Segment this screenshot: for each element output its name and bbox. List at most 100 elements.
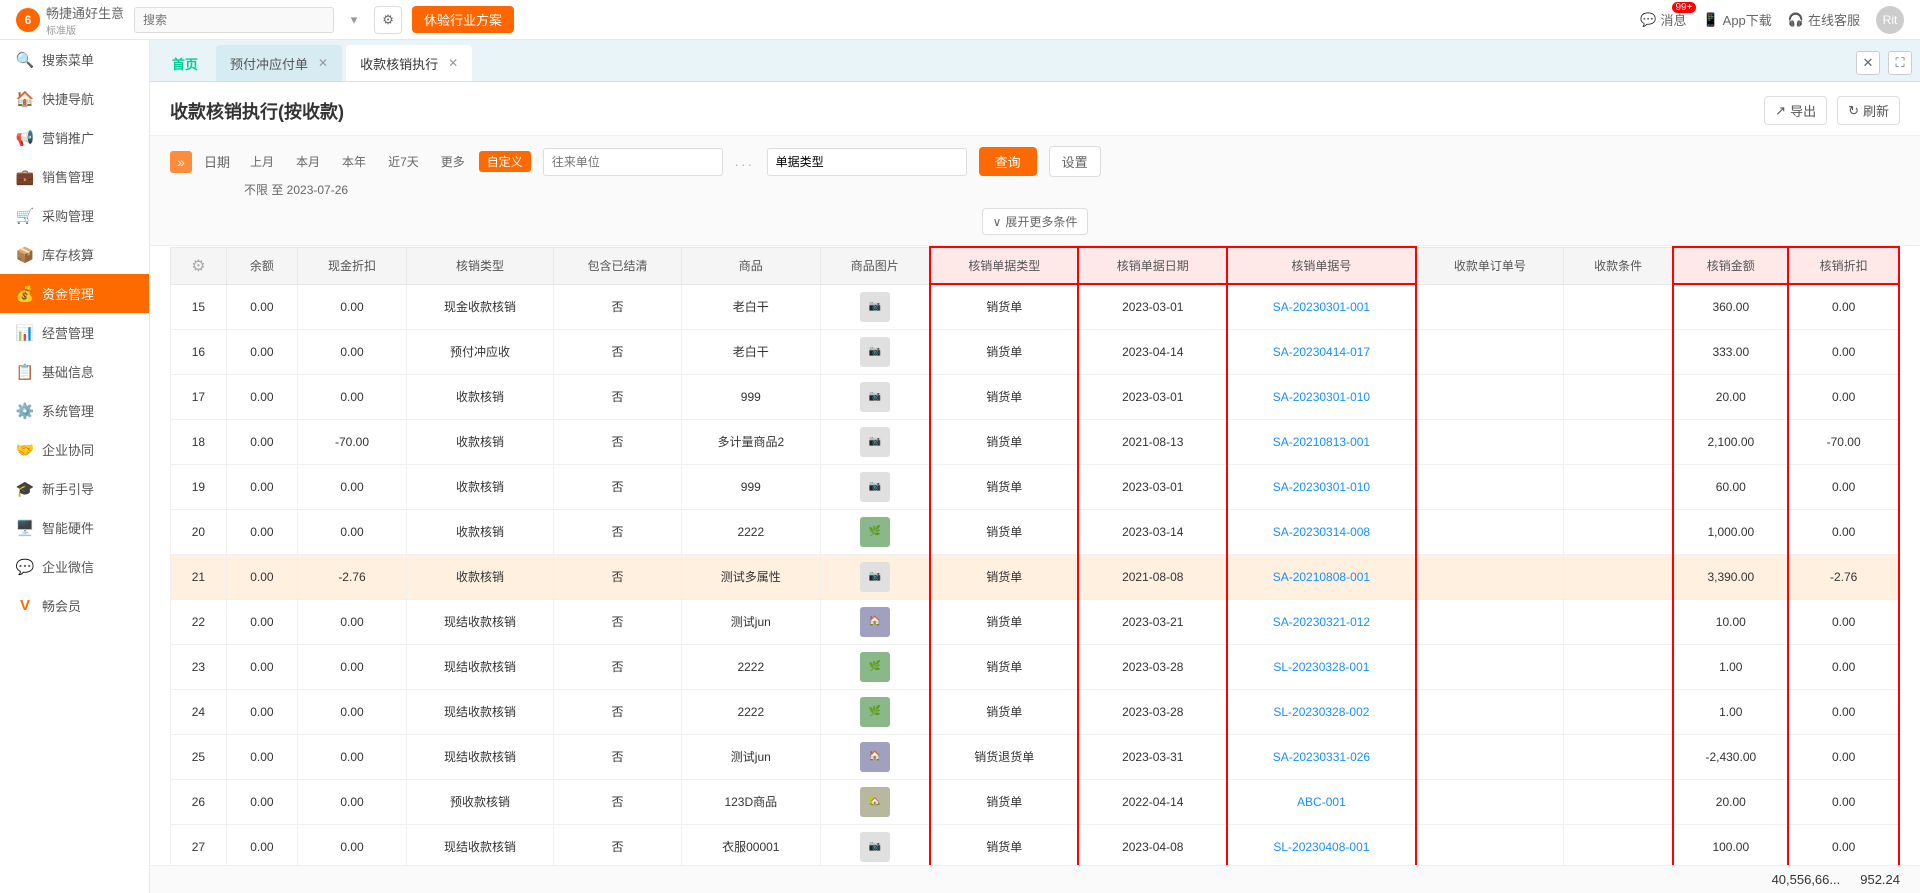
sidebar-item-purchase[interactable]: 🛒 采购管理 [0,196,149,235]
cell-bill-type: 销货单 [930,329,1079,374]
cell-cash-discount: 0.00 [297,374,406,419]
cell-writeoff-type: 现结收款核销 [407,824,554,865]
top-search-input[interactable] [134,7,334,33]
sidebar-item-shortcut[interactable]: 🏠 快捷导航 [0,79,149,118]
sidebar-label-search: 搜索菜单 [42,50,94,69]
sidebar-item-sales[interactable]: 💼 销售管理 [0,157,149,196]
cell-product: 2222 [682,644,821,689]
filter-expand-left-button[interactable]: » [170,151,192,173]
query-button[interactable]: 查询 [979,147,1037,176]
user-avatar[interactable]: Rit [1876,6,1904,34]
col-header-product: 商品 [682,247,821,284]
cell-writeoff-amount: 360.00 [1673,284,1788,329]
cell-collection-order [1416,734,1564,779]
date-7days-button[interactable]: 近7天 [380,151,427,172]
settings-gear-icon[interactable]: ⚙ [374,6,402,34]
cell-cash-discount: 0.00 [297,464,406,509]
sidebar-item-basic[interactable]: 📋 基础信息 [0,352,149,391]
sidebar-item-member[interactable]: V 畅会员 [0,586,149,625]
sidebar-item-enterprise[interactable]: 🤝 企业协同 [0,430,149,469]
top-bar: 6 畅捷通好生意 标准版 ▾ ⚙ 休验行业方案 💬 消息 99+ 📱 App下载… [0,0,1920,40]
tab-prepay[interactable]: 预付冲应付单 ✕ [216,45,342,81]
table-area[interactable]: ⚙ 余额 现金折扣 核销类型 包含已结清 商品 商品图片 核销单据类型 核销单据… [150,246,1920,865]
cell-product: 衣服00001 [682,824,821,865]
date-this-year-button[interactable]: 本年 [334,151,374,172]
bill-no-link[interactable]: SL-20230328-001 [1273,660,1369,674]
cell-no: 23 [171,644,227,689]
online-service-label: 在线客服 [1808,10,1860,29]
search-dropdown-icon[interactable]: ▾ [342,8,366,32]
online-service-button[interactable]: 🎧 在线客服 [1788,10,1860,29]
cell-bill-type: 销货单 [930,374,1079,419]
tab-close-button[interactable]: ✕ [1856,51,1880,75]
cell-bill-date: 2023-03-01 [1078,464,1227,509]
bill-no-link[interactable]: SA-20230314-008 [1273,525,1370,539]
bill-no-link[interactable]: SA-20210808-001 [1273,570,1370,584]
tab-maximize-button[interactable]: ⛶ [1888,51,1912,75]
date-this-month-button[interactable]: 本月 [288,151,328,172]
refresh-button[interactable]: ↻ 刷新 [1837,96,1900,125]
bill-no-link[interactable]: SA-20230321-012 [1273,615,1370,629]
bill-no-link[interactable]: ABC-001 [1297,795,1346,809]
cell-bill-date: 2023-04-14 [1078,329,1227,374]
tab-home[interactable]: 首页 [158,45,212,81]
cell-collection-condition [1564,779,1674,824]
partner-filter-input[interactable] [543,148,723,176]
sidebar-item-inventory[interactable]: 📦 库存核算 [0,235,149,274]
col-header-settings[interactable]: ⚙ [171,247,227,284]
cell-collection-order [1416,284,1564,329]
table-row: 15 0.00 0.00 现金收款核销 否 老白干 📷 销货单 2023-03-… [171,284,1900,329]
sidebar: 🔍 搜索菜单 🏠 快捷导航 📢 营销推广 💼 销售管理 🛒 采购管理 📦 库存核… [0,40,150,893]
date-last-month-button[interactable]: 上月 [242,151,282,172]
purchase-icon: 🛒 [16,207,34,225]
cell-product-img: 📷 [820,824,930,865]
cell-writeoff-type: 收款核销 [407,509,554,554]
message-button[interactable]: 💬 消息 99+ [1640,10,1686,29]
bill-no-link[interactable]: SA-20230301-001 [1273,300,1370,314]
cell-writeoff-amount: 2,100.00 [1673,419,1788,464]
bill-no-link[interactable]: SL-20230408-001 [1273,840,1369,854]
logo-name: 畅捷通好生意 [46,3,124,22]
tab-prepay-close-icon[interactable]: ✕ [318,56,328,70]
sidebar-item-newbie[interactable]: 🎓 新手引导 [0,469,149,508]
industry-button[interactable]: 休验行业方案 [412,6,514,33]
export-button[interactable]: ↗ 导出 [1764,96,1827,125]
cell-bill-date: 2021-08-13 [1078,419,1227,464]
bill-no-link[interactable]: SA-20230301-010 [1273,390,1370,404]
sidebar-item-marketing[interactable]: 📢 营销推广 [0,118,149,157]
bill-no-link[interactable]: SA-20210813-001 [1273,435,1370,449]
cell-bill-date: 2023-03-14 [1078,509,1227,554]
sidebar-item-wechat[interactable]: 💬 企业微信 [0,547,149,586]
cell-product-img: 📷 [820,419,930,464]
cell-writeoff-amount: 20.00 [1673,374,1788,419]
sidebar-item-capital[interactable]: 💰 资金管理 [0,274,149,313]
sidebar-item-search[interactable]: 🔍 搜索菜单 [0,40,149,79]
refresh-label: 刷新 [1863,101,1889,120]
setting-button[interactable]: 设置 [1049,146,1101,177]
sidebar-item-hardware[interactable]: 🖥️ 智能硬件 [0,508,149,547]
bill-no-link[interactable]: SA-20230301-010 [1273,480,1370,494]
cell-includes-settled: 否 [554,779,682,824]
cell-includes-settled: 否 [554,464,682,509]
column-settings-icon[interactable]: ⚙ [191,258,205,275]
bill-no-link[interactable]: SA-20230414-017 [1273,345,1370,359]
app-download-button[interactable]: 📱 App下载 [1702,10,1771,29]
tab-collection[interactable]: 收款核销执行 ✕ [346,45,472,81]
sidebar-item-system[interactable]: ⚙️ 系统管理 [0,391,149,430]
cell-writeoff-discount: 0.00 [1788,509,1899,554]
cell-product-img: 🏠 [820,599,930,644]
cell-no: 15 [171,284,227,329]
date-custom-button[interactable]: 自定义 [479,151,531,172]
date-more-button[interactable]: 更多 [433,151,473,172]
product-image: 🏠 [860,742,890,772]
cell-bill-type: 销货单 [930,779,1079,824]
sidebar-item-operation[interactable]: 📊 经营管理 [0,313,149,352]
inventory-icon: 📦 [16,246,34,264]
bill-no-link[interactable]: SA-20230331-026 [1273,750,1370,764]
tab-collection-close-icon[interactable]: ✕ [448,56,458,70]
footer-total-discount: 952.24 [1860,872,1900,887]
cell-writeoff-discount: 0.00 [1788,329,1899,374]
bill-no-link[interactable]: SL-20230328-002 [1273,705,1369,719]
expand-conditions-button[interactable]: ∨ 展开更多条件 [982,208,1089,235]
order-type-select[interactable]: 单据类型 [767,148,967,176]
